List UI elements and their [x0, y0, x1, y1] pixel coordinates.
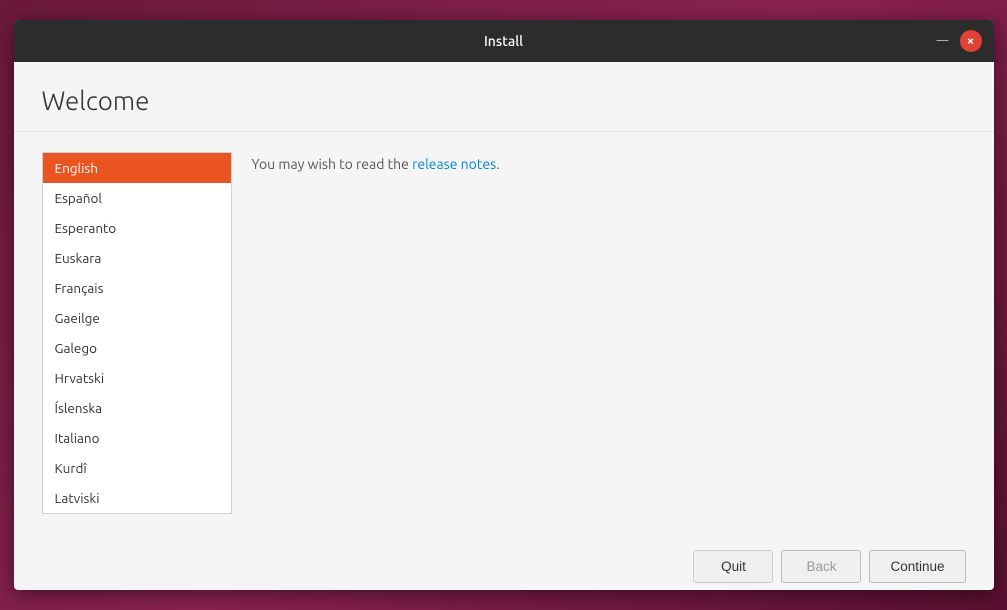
- continue-button[interactable]: Continue: [869, 550, 965, 583]
- page-title: Welcome: [42, 86, 966, 115]
- language-item-english[interactable]: English: [43, 153, 231, 183]
- close-button[interactable]: ×: [960, 30, 982, 52]
- language-item-francais[interactable]: Français: [43, 273, 231, 303]
- window-title: Install: [484, 33, 523, 49]
- release-notes-suffix: .: [496, 156, 499, 172]
- language-item-euskara[interactable]: Euskara: [43, 243, 231, 273]
- footer: Quit Back Continue: [14, 534, 994, 590]
- release-notes-text: You may wish to read the release notes.: [252, 156, 966, 172]
- language-item-latviski[interactable]: Latviski: [43, 483, 231, 513]
- quit-button[interactable]: Quit: [693, 550, 773, 583]
- minimize-button[interactable]: [934, 32, 952, 50]
- main-content: English Español Esperanto Euskara França…: [14, 132, 994, 534]
- right-panel: You may wish to read the release notes.: [252, 152, 966, 514]
- language-item-espanol[interactable]: Español: [43, 183, 231, 213]
- language-item-italiano[interactable]: Italiano: [43, 423, 231, 453]
- page-header: Welcome: [14, 62, 994, 132]
- language-item-kurdi[interactable]: Kurdî: [43, 453, 231, 483]
- language-item-galego[interactable]: Galego: [43, 333, 231, 363]
- titlebar-controls: ×: [934, 30, 982, 52]
- language-item-hrvatski[interactable]: Hrvatski: [43, 363, 231, 393]
- titlebar: × Install: [14, 20, 994, 62]
- release-notes-prefix: You may wish to read the: [252, 156, 413, 172]
- release-notes-link[interactable]: release notes: [412, 156, 496, 172]
- language-item-esperanto[interactable]: Esperanto: [43, 213, 231, 243]
- install-window: × Install Welcome English Español Espera…: [14, 20, 994, 590]
- language-list[interactable]: English Español Esperanto Euskara França…: [42, 152, 232, 514]
- back-button[interactable]: Back: [781, 550, 861, 583]
- language-item-gaeilge[interactable]: Gaeilge: [43, 303, 231, 333]
- language-item-islenska[interactable]: Íslenska: [43, 393, 231, 423]
- button-row: Quit Back Continue: [42, 550, 966, 583]
